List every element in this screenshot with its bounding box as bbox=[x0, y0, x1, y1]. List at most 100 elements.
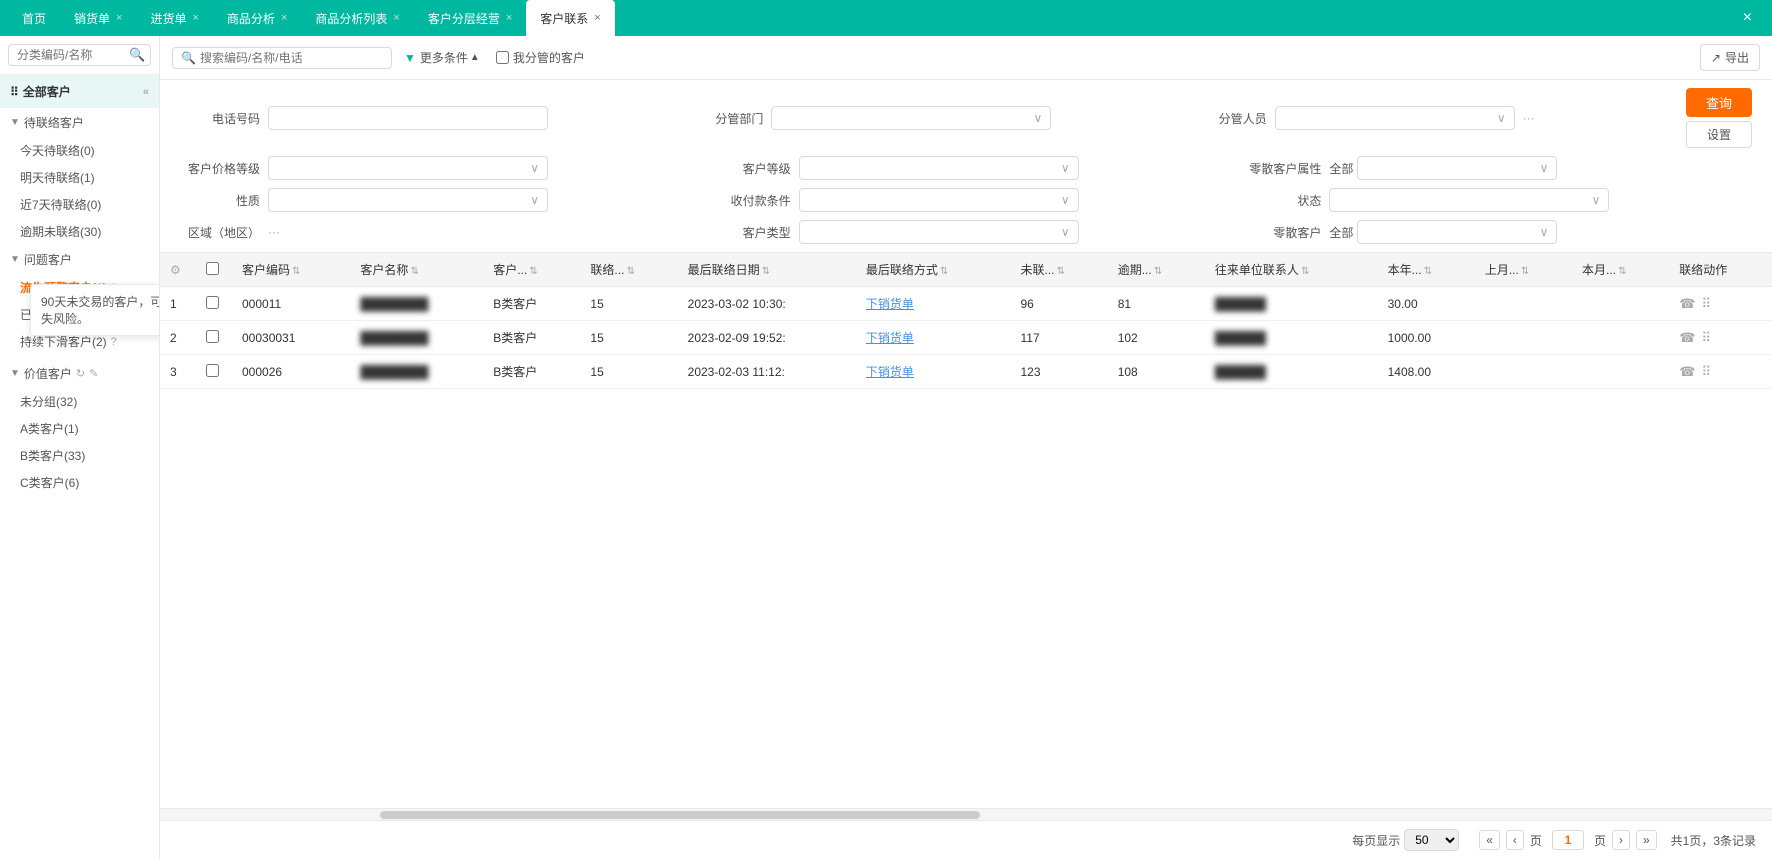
dept-select[interactable]: ∨ bbox=[771, 106, 1051, 130]
sort-icon[interactable]: ⇅ bbox=[762, 266, 770, 277]
col-last-month: 上月...⇅ bbox=[1475, 253, 1572, 287]
nav-purchase-order[interactable]: 进货单 × bbox=[136, 0, 212, 36]
col-type: 客户...⇅ bbox=[483, 253, 580, 287]
window-close-button[interactable]: × bbox=[1731, 9, 1764, 27]
sidebar-item-ungrouped[interactable]: 未分组(32) bbox=[0, 388, 159, 415]
sidebar-item-today-contact[interactable]: 今天待联络(0) bbox=[0, 137, 159, 164]
action-btns: 查询 设置 bbox=[1686, 88, 1752, 148]
sidebar-item-c-class[interactable]: C类客户(6) bbox=[0, 469, 159, 496]
sort-icon[interactable]: ⇅ bbox=[1057, 266, 1065, 277]
phone-input[interactable] bbox=[268, 106, 548, 130]
sort-icon[interactable]: ⇅ bbox=[1154, 266, 1162, 277]
close-icon[interactable]: × bbox=[594, 12, 600, 24]
refresh-icon[interactable]: ↻ bbox=[76, 367, 85, 380]
row-not-contact: 117 bbox=[1010, 321, 1107, 355]
row-type: B类客户 bbox=[483, 355, 580, 389]
nature-select[interactable]: ∨ bbox=[268, 188, 548, 212]
sort-icon[interactable]: ⇅ bbox=[1618, 266, 1626, 277]
sort-icon[interactable]: ⇅ bbox=[1521, 266, 1529, 277]
sidebar-all-customers[interactable]: ⠿ 全部客户 « bbox=[0, 75, 159, 108]
close-icon[interactable]: × bbox=[506, 12, 512, 24]
customer-tier-select[interactable]: ∨ bbox=[799, 156, 1079, 180]
per-page-select[interactable]: 50 100 200 bbox=[1404, 829, 1459, 851]
sidebar-item-tomorrow-contact[interactable]: 明天待联络(1) bbox=[0, 164, 159, 191]
nav-home[interactable]: 首页 bbox=[8, 0, 60, 36]
more-dots-region[interactable]: ··· bbox=[268, 225, 280, 239]
contact-icon[interactable]: ☎ bbox=[1679, 364, 1695, 380]
person-select[interactable]: ∨ bbox=[1275, 106, 1515, 130]
sidebar-search-wrap: 🔍 bbox=[0, 36, 159, 75]
section-problem-customers[interactable]: ▼ 问题客户 bbox=[0, 245, 159, 274]
nav-product-analysis[interactable]: 商品分析 × bbox=[213, 0, 301, 36]
sidebar-item-7days-contact[interactable]: 近7天待联络(0) bbox=[0, 191, 159, 218]
scrollbar-thumb[interactable] bbox=[380, 811, 980, 819]
price-tier-select[interactable]: ∨ bbox=[268, 156, 548, 180]
chevron-down-icon: ∨ bbox=[1540, 225, 1549, 239]
nav-customer-tier[interactable]: 客户分层经营 × bbox=[414, 0, 526, 36]
sort-icon[interactable]: ⇅ bbox=[410, 266, 418, 277]
more-actions-icon[interactable]: ⠿ bbox=[1701, 296, 1711, 312]
sort-icon[interactable]: ⇅ bbox=[1301, 266, 1309, 277]
settings-button[interactable]: 设置 bbox=[1686, 121, 1752, 148]
contact-icon[interactable]: ☎ bbox=[1679, 296, 1695, 312]
close-icon[interactable]: × bbox=[192, 12, 198, 24]
first-page-btn[interactable]: « bbox=[1479, 830, 1500, 850]
row-overdue: 81 bbox=[1108, 287, 1205, 321]
status-select[interactable]: ∨ bbox=[1329, 188, 1609, 212]
row-no: 2 bbox=[160, 321, 196, 355]
search-input[interactable] bbox=[200, 51, 383, 65]
row-this-year: 1000.00 bbox=[1378, 321, 1475, 355]
nav-sales-order[interactable]: 销货单 × bbox=[60, 0, 136, 36]
filter-row-3: 性质 ∨ 收付款条件 ∨ 状态 bbox=[180, 188, 1752, 212]
close-icon[interactable]: × bbox=[393, 12, 399, 24]
nav-product-analysis-list[interactable]: 商品分析列表 × bbox=[301, 0, 413, 36]
filter-customer-type: 客户类型 ∨ bbox=[711, 220, 1222, 244]
close-icon[interactable]: × bbox=[116, 12, 122, 24]
section-pending-contact[interactable]: ▼ 待联络客户 bbox=[0, 108, 159, 137]
close-icon[interactable]: × bbox=[281, 12, 287, 24]
filter-status: 状态 ∨ bbox=[1241, 188, 1752, 212]
payment-terms-select[interactable]: ∨ bbox=[799, 188, 1079, 212]
sort-icon[interactable]: ⇅ bbox=[292, 266, 300, 277]
more-conditions-btn[interactable]: ▼ 更多条件 ▲ bbox=[404, 49, 480, 66]
table-body: 1 000011 ████████ B类客户 15 2023-03-02 10:… bbox=[160, 287, 1772, 389]
row-contact-person: ██████ bbox=[1205, 287, 1378, 321]
select-all-checkbox[interactable] bbox=[206, 262, 219, 275]
col-code: 客户编码⇅ bbox=[232, 253, 350, 287]
sidebar-item-b-class[interactable]: B类客户(33) bbox=[0, 442, 159, 469]
row-actions: ☎ ⠿ bbox=[1669, 321, 1772, 355]
col-last-contact-date: 最后联络日期⇅ bbox=[678, 253, 856, 287]
sort-icon[interactable]: ⇅ bbox=[940, 266, 948, 277]
sort-icon[interactable]: ⇅ bbox=[1424, 266, 1432, 277]
edit-icon[interactable]: ✎ bbox=[89, 367, 98, 380]
contact-icon[interactable]: ☎ bbox=[1679, 330, 1695, 346]
row-last-month bbox=[1475, 287, 1572, 321]
my-customers-checkbox[interactable] bbox=[496, 51, 509, 64]
col-last-contact-way: 最后联络方式⇅ bbox=[856, 253, 1011, 287]
retail-attr-select[interactable]: ∨ bbox=[1357, 156, 1557, 180]
nav-customer-contact[interactable]: 客户联系 × bbox=[526, 0, 614, 36]
prev-page-btn[interactable]: ‹ bbox=[1506, 830, 1524, 850]
my-customers-checkbox-wrap: 我分管的客户 bbox=[496, 49, 585, 66]
more-actions-icon[interactable]: ⠿ bbox=[1701, 330, 1711, 346]
more-actions-icon[interactable]: ⠿ bbox=[1701, 364, 1711, 380]
more-dots[interactable]: ··· bbox=[1523, 111, 1535, 125]
row-contact-person: ██████ bbox=[1205, 321, 1378, 355]
last-page-btn[interactable]: » bbox=[1636, 830, 1657, 850]
sidebar-item-a-class[interactable]: A类客户(1) bbox=[0, 415, 159, 442]
customer-type-select[interactable]: ∨ bbox=[799, 220, 1079, 244]
col-name: 客户名称⇅ bbox=[350, 253, 483, 287]
sort-icon[interactable]: ⇅ bbox=[626, 266, 634, 277]
export-button[interactable]: ↗ 导出 bbox=[1700, 44, 1760, 71]
sidebar-item-overdue-contact[interactable]: 逾期未联络(30) bbox=[0, 218, 159, 245]
retail-customer-select[interactable]: ∨ bbox=[1357, 220, 1557, 244]
query-button[interactable]: 查询 bbox=[1686, 88, 1752, 117]
search-wrap: 🔍 bbox=[172, 47, 392, 69]
settings-icon[interactable]: ⚙ bbox=[170, 263, 181, 277]
section-value-customers[interactable]: ▼ 价值客户 ↻ ✎ bbox=[0, 359, 159, 388]
table-header-row: ⚙ 客户编码⇅ 客户名称⇅ 客户...⇅ 联络...⇅ 最后联络日期⇅ 最后联络… bbox=[160, 253, 1772, 287]
sort-icon[interactable]: ⇅ bbox=[529, 266, 537, 277]
horizontal-scrollbar[interactable] bbox=[160, 808, 1772, 820]
page-number-input[interactable] bbox=[1552, 830, 1584, 850]
next-page-btn[interactable]: › bbox=[1612, 830, 1630, 850]
